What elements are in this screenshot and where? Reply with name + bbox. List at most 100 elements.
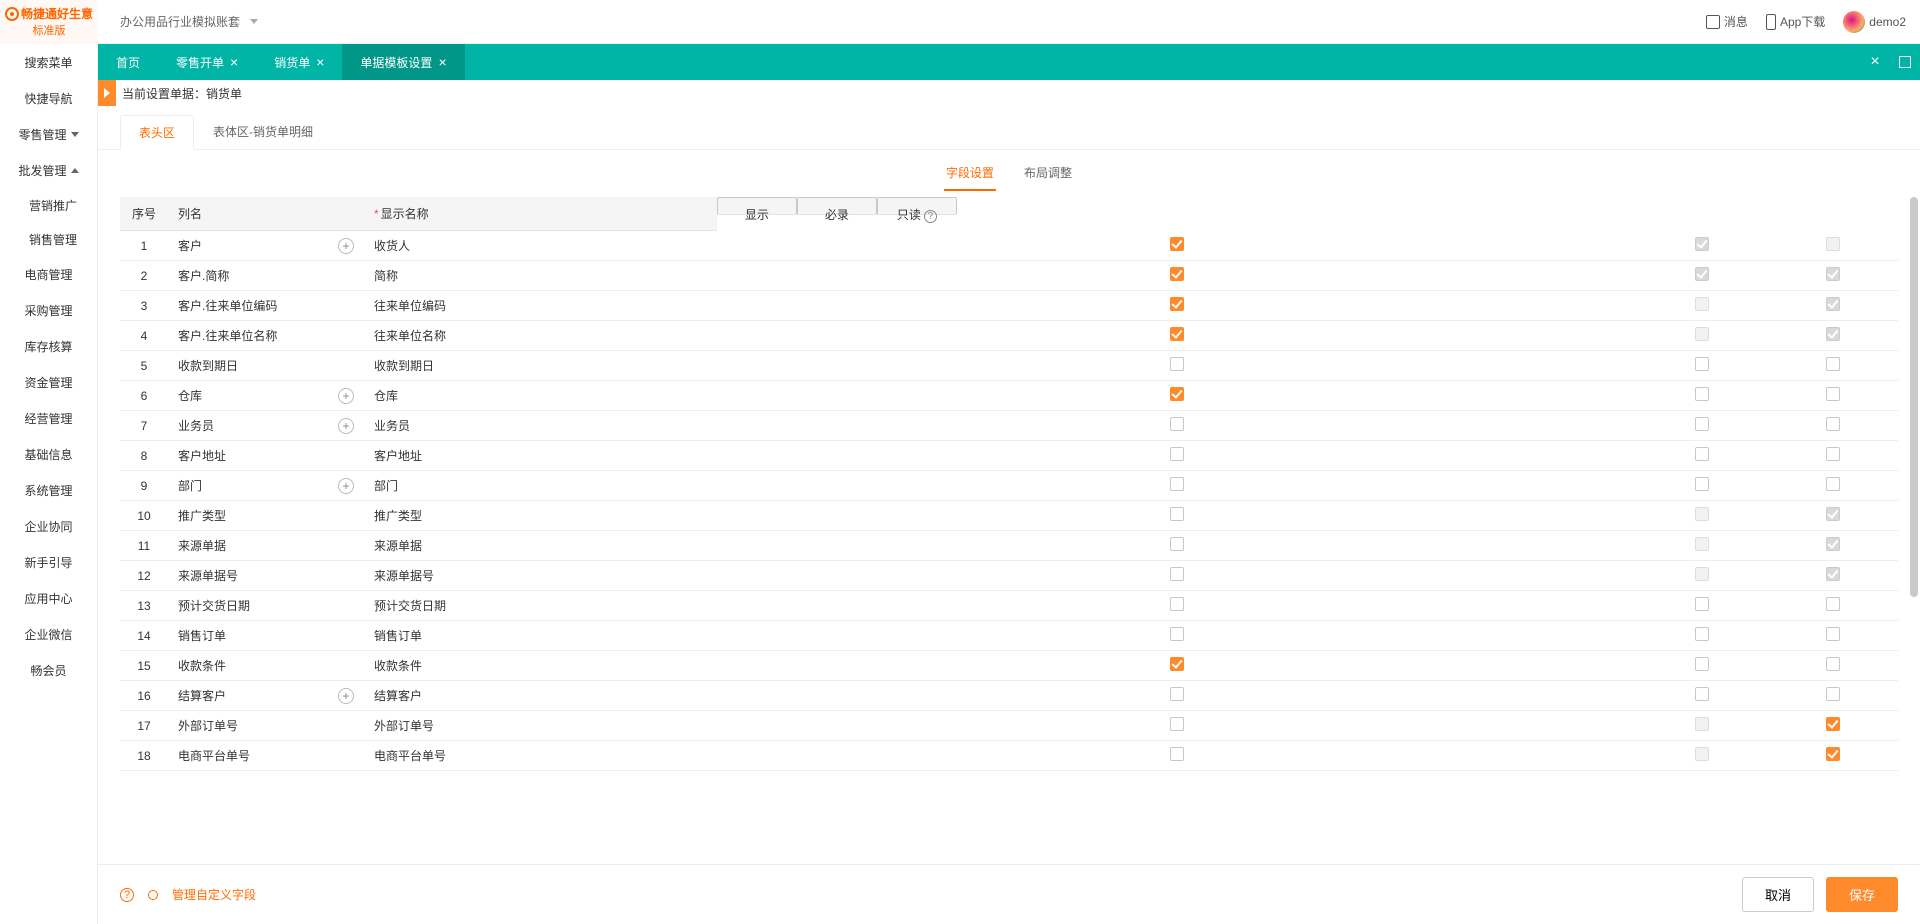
cell-display-name[interactable]: 来源单据 [364,531,717,561]
cell-display-name[interactable]: 推广类型 [364,501,717,531]
checkbox[interactable] [1695,657,1709,671]
cell-display-name[interactable]: 往来单位编码 [364,291,717,321]
checkbox[interactable] [1695,417,1709,431]
tab-3[interactable]: 单据模板设置× [342,44,464,80]
sidebar-item-13[interactable]: 应用中心 [0,580,97,616]
checkbox[interactable] [1170,327,1184,341]
cell-display-name[interactable]: 销售订单 [364,621,717,651]
checkbox[interactable] [1695,597,1709,611]
checkbox[interactable] [1695,627,1709,641]
checkbox[interactable] [1170,507,1184,521]
checkbox[interactable] [1170,447,1184,461]
cell-display-name[interactable]: 收货人 [364,231,717,261]
checkbox[interactable] [1170,747,1184,761]
sidebar-item-6[interactable]: 库存核算 [0,328,97,364]
checkbox[interactable] [1170,687,1184,701]
cancel-button[interactable]: 取消 [1742,877,1814,912]
tab-close-icon[interactable]: × [438,55,446,69]
checkbox[interactable] [1695,477,1709,491]
checkbox[interactable] [1826,747,1840,761]
checkbox[interactable] [1826,357,1840,371]
sidebar-item-10[interactable]: 系统管理 [0,472,97,508]
tab-close-icon[interactable]: × [230,55,238,69]
checkbox[interactable] [1826,387,1840,401]
expand-column-button[interactable]: + [338,238,354,254]
sidebar-item-12[interactable]: 新手引导 [0,544,97,580]
tab-0[interactable]: 首页 [98,44,158,80]
section-tab-1[interactable]: 表体区-销货单明细 [194,114,332,149]
expand-column-button[interactable]: + [338,688,354,704]
checkbox[interactable] [1170,387,1184,401]
manage-custom-fields-link[interactable]: 管理自定义字段 [172,886,256,903]
sidebar-subitem-3-0[interactable]: 营销推广 [0,188,97,222]
section-tab-0[interactable]: 表头区 [120,115,194,150]
cell-display-name[interactable]: 部门 [364,471,717,501]
inner-tab-0[interactable]: 字段设置 [944,160,996,191]
cell-display-name[interactable]: 往来单位名称 [364,321,717,351]
cell-display-name[interactable]: 业务员 [364,411,717,441]
checkbox[interactable] [1695,447,1709,461]
user-menu[interactable]: demo2 [1843,11,1906,33]
close-all-tabs-button[interactable]: × [1860,44,1890,80]
cell-display-name[interactable]: 收款到期日 [364,351,717,381]
cell-display-name[interactable]: 结算客户 [364,681,717,711]
sidebar-item-11[interactable]: 企业协同 [0,508,97,544]
sidebar-item-8[interactable]: 经营管理 [0,400,97,436]
checkbox[interactable] [1170,657,1184,671]
sidebar-item-2[interactable]: 零售管理 [0,116,97,152]
checkbox[interactable] [1826,657,1840,671]
save-button[interactable]: 保存 [1826,877,1898,912]
cell-display-name[interactable]: 电商平台单号 [364,741,717,771]
checkbox[interactable] [1170,567,1184,581]
tab-2[interactable]: 销货单× [256,44,342,80]
checkbox[interactable] [1170,537,1184,551]
sidebar-item-3[interactable]: 批发管理 [0,152,97,188]
fullscreen-button[interactable] [1890,44,1920,80]
cell-display-name[interactable]: 外部订单号 [364,711,717,741]
cell-display-name[interactable]: 收款条件 [364,651,717,681]
sidebar-item-15[interactable]: 畅会员 [0,652,97,688]
checkbox[interactable] [1170,627,1184,641]
expand-column-button[interactable]: + [338,478,354,494]
question-icon[interactable]: ? [120,888,134,902]
checkbox[interactable] [1826,627,1840,641]
checkbox[interactable] [1170,417,1184,431]
checkbox[interactable] [1826,687,1840,701]
checkbox[interactable] [1695,687,1709,701]
cell-display-name[interactable]: 预计交货日期 [364,591,717,621]
tab-1[interactable]: 零售开单× [158,44,256,80]
sidebar-item-5[interactable]: 采购管理 [0,292,97,328]
app-download-button[interactable]: App下载 [1766,13,1825,30]
cell-display-name[interactable]: 仓库 [364,381,717,411]
cell-display-name[interactable]: 来源单据号 [364,561,717,591]
messages-button[interactable]: 消息 [1706,13,1748,30]
checkbox[interactable] [1826,597,1840,611]
checkbox[interactable] [1826,417,1840,431]
checkbox[interactable] [1170,267,1184,281]
scrollbar-vertical[interactable] [1910,197,1918,864]
cell-display-name[interactable]: 客户地址 [364,441,717,471]
sidebar-subitem-3-1[interactable]: 销售管理 [0,222,97,256]
sidebar-item-1[interactable]: 快捷导航 [0,80,97,116]
cell-display-name[interactable]: 简称 [364,261,717,291]
checkbox[interactable] [1170,597,1184,611]
checkbox[interactable] [1170,717,1184,731]
sidebar-item-0[interactable]: 搜索菜单 [0,44,97,80]
checkbox[interactable] [1695,387,1709,401]
checkbox[interactable] [1695,357,1709,371]
checkbox[interactable] [1826,447,1840,461]
account-selector[interactable]: 办公用品行业模拟账套 [120,13,258,30]
checkbox[interactable] [1826,477,1840,491]
tab-close-icon[interactable]: × [316,55,324,69]
sidebar-item-14[interactable]: 企业微信 [0,616,97,652]
expand-column-button[interactable]: + [338,418,354,434]
inner-tab-1[interactable]: 布局调整 [1022,160,1074,191]
checkbox[interactable] [1170,237,1184,251]
sidebar-item-4[interactable]: 电商管理 [0,256,97,292]
checkbox[interactable] [1170,477,1184,491]
sidebar-item-9[interactable]: 基础信息 [0,436,97,472]
expand-panel-button[interactable] [98,80,116,106]
checkbox[interactable] [1170,357,1184,371]
checkbox[interactable] [1170,297,1184,311]
scrollbar-thumb[interactable] [1910,197,1918,597]
